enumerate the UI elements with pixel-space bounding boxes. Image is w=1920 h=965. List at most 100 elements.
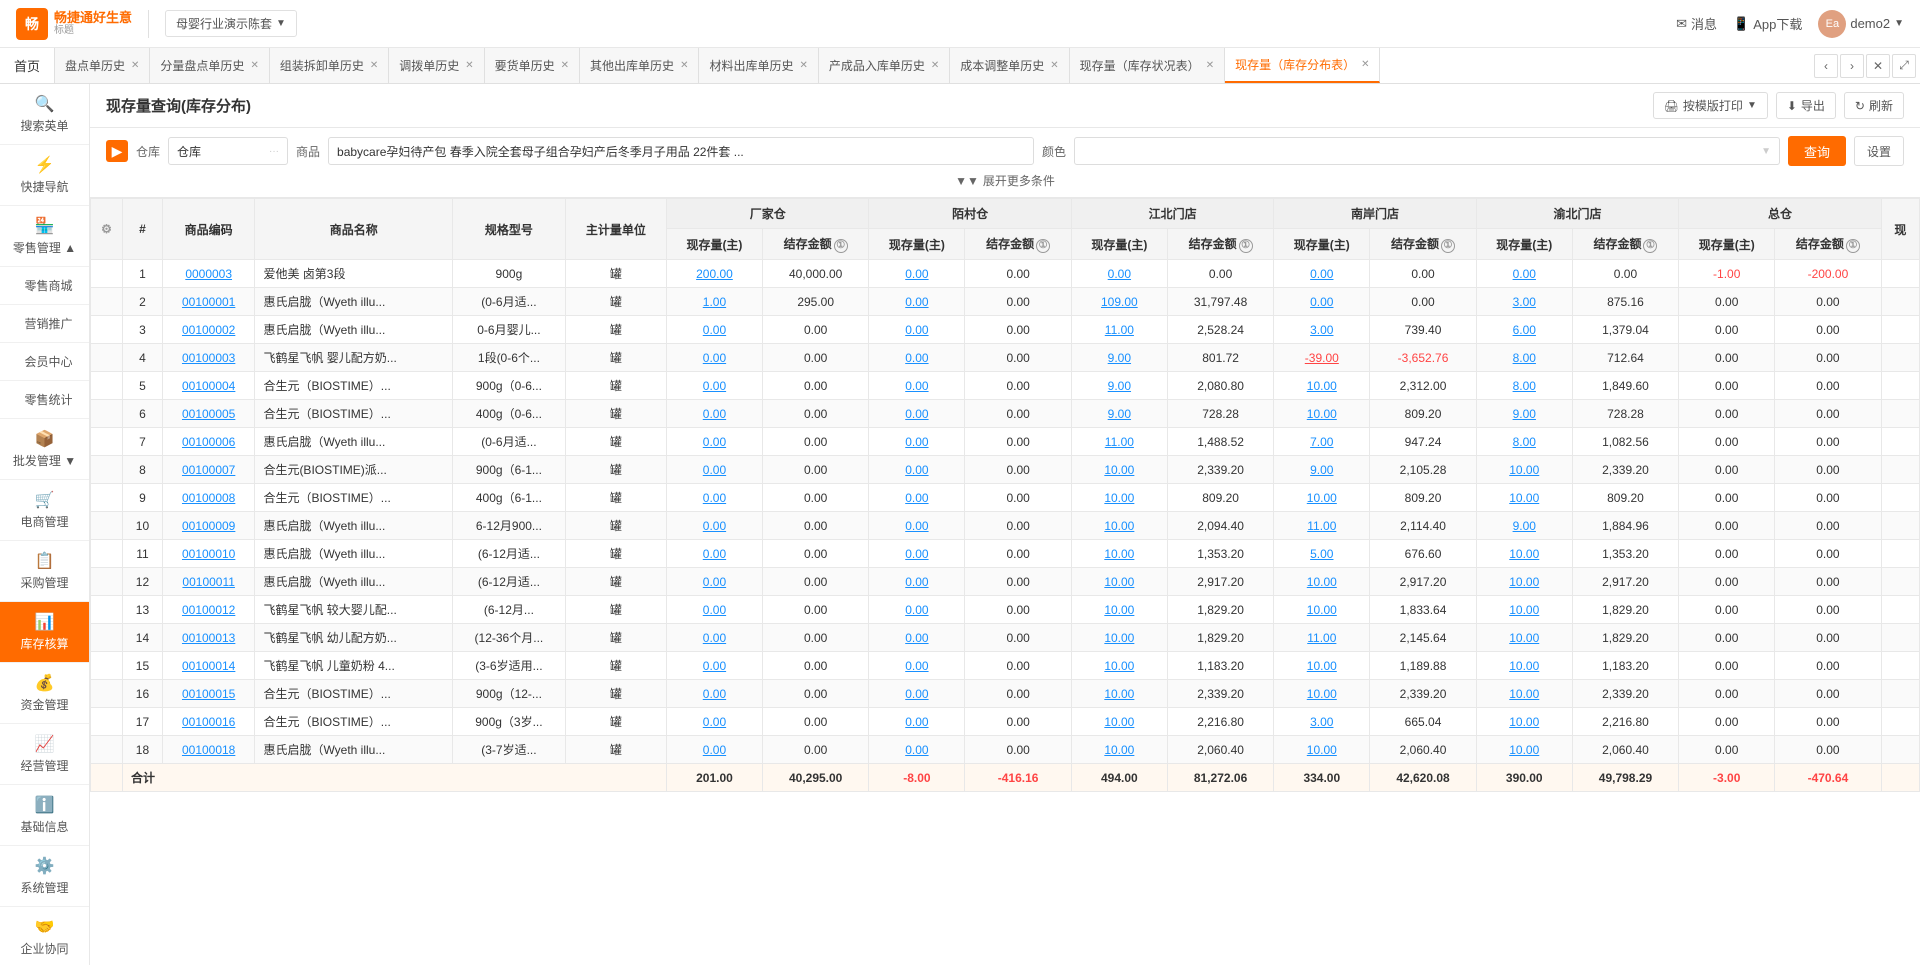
f-qty-link[interactable]: 1.00 — [703, 295, 726, 309]
m-qty-link[interactable]: 0.00 — [905, 407, 928, 421]
code-link[interactable]: 00100011 — [182, 575, 235, 589]
tab-close-icon[interactable]: ✕ — [1361, 59, 1369, 70]
na-qty-link[interactable]: 10.00 — [1307, 407, 1337, 421]
tab-maximize-btn[interactable]: ⤢ — [1892, 54, 1916, 78]
sidebar-item-wholesale[interactable]: 📦 批发管理 ▼ — [0, 419, 89, 480]
tab-close-icon[interactable]: ✕ — [1206, 60, 1214, 71]
m-qty-link[interactable]: 0.00 — [905, 295, 928, 309]
f-qty-link[interactable]: 0.00 — [703, 631, 726, 645]
jb-qty-link[interactable]: 109.00 — [1101, 295, 1138, 309]
na-qty-link[interactable]: -39.00 — [1305, 351, 1339, 365]
code-link[interactable]: 00100004 — [182, 379, 235, 393]
na-qty-link[interactable]: 7.00 — [1310, 435, 1333, 449]
sidebar-item-retail-stats[interactable]: 零售统计 — [0, 381, 89, 419]
jb-qty-link[interactable]: 10.00 — [1104, 519, 1134, 533]
yb-qty-link[interactable]: 10.00 — [1509, 631, 1539, 645]
m-qty-link[interactable]: 0.00 — [905, 519, 928, 533]
tab-prev-btn[interactable]: ‹ — [1814, 54, 1838, 78]
sidebar-item-basic[interactable]: ℹ️ 基础信息 — [0, 785, 89, 846]
product-input[interactable]: babycare孕妇待产包 春季入院全套母子组合孕妇产后冬季月子用品 22件套 … — [328, 137, 1034, 165]
f-qty-link[interactable]: 200.00 — [696, 267, 733, 281]
refresh-btn[interactable]: ↻ 刷新 — [1844, 92, 1904, 119]
expand-conditions-btn[interactable]: ▼▼ 展开更多条件 — [955, 172, 1055, 189]
sidebar-item-enterprise[interactable]: 🤝 企业协同 — [0, 907, 89, 965]
tab-1[interactable]: 分量盘点单历史 ✕ — [150, 48, 269, 83]
tab-home[interactable]: 首页 — [0, 48, 55, 83]
search-btn[interactable]: 查询 — [1788, 136, 1846, 166]
sidebar-item-nav[interactable]: ⚡ 快捷导航 — [0, 145, 89, 206]
jb-qty-link[interactable]: 11.00 — [1105, 435, 1134, 449]
code-link[interactable]: 00100006 — [182, 435, 235, 449]
na-qty-link[interactable]: 9.00 — [1310, 463, 1333, 477]
tab-3[interactable]: 调拨单历史 ✕ — [389, 48, 484, 83]
sidebar-item-search[interactable]: 🔍 搜索英单 — [0, 84, 89, 145]
tab-close-icon[interactable]: ✕ — [931, 60, 939, 71]
tab-close-icon[interactable]: ✕ — [465, 60, 473, 71]
code-link[interactable]: 00100007 — [182, 463, 235, 477]
sidebar-item-purchase[interactable]: 📋 采购管理 — [0, 541, 89, 602]
tab-close-icon[interactable]: ✕ — [131, 60, 139, 71]
yb-qty-link[interactable]: 10.00 — [1509, 687, 1539, 701]
yb-qty-link[interactable]: 8.00 — [1513, 351, 1536, 365]
yb-qty-link[interactable]: 8.00 — [1513, 379, 1536, 393]
m-qty-link[interactable]: 0.00 — [905, 659, 928, 673]
yb-qty-link[interactable]: 9.00 — [1513, 407, 1536, 421]
na-qty-link[interactable]: 0.00 — [1310, 295, 1333, 309]
sidebar-item-member[interactable]: 会员中心 — [0, 343, 89, 381]
jb-qty-link[interactable]: 9.00 — [1108, 407, 1131, 421]
sidebar-item-retail[interactable]: 🏪 零售管理 ▲ — [0, 206, 89, 267]
user-area[interactable]: Ea demo2 ▼ — [1818, 10, 1904, 38]
f-qty-link[interactable]: 0.00 — [703, 463, 726, 477]
app-download-btn[interactable]: 📱 App下载 — [1733, 14, 1802, 33]
jb-qty-link[interactable]: 9.00 — [1108, 351, 1131, 365]
m-qty-link[interactable]: 0.00 — [905, 267, 928, 281]
tab-2[interactable]: 组装拆卸单历史 ✕ — [270, 48, 389, 83]
na-qty-link[interactable]: 10.00 — [1307, 575, 1337, 589]
code-link[interactable]: 00100015 — [182, 687, 235, 701]
yb-qty-link[interactable]: 10.00 — [1509, 575, 1539, 589]
f-qty-link[interactable]: 0.00 — [703, 351, 726, 365]
m-qty-link[interactable]: 0.00 — [905, 379, 928, 393]
yb-qty-link[interactable]: 10.00 — [1509, 603, 1539, 617]
m-qty-link[interactable]: 0.00 — [905, 491, 928, 505]
jb-qty-link[interactable]: 0.00 — [1108, 267, 1131, 281]
jb-qty-link[interactable]: 10.00 — [1104, 687, 1134, 701]
m-qty-link[interactable]: 0.00 — [905, 631, 928, 645]
jb-qty-link[interactable]: 10.00 — [1104, 659, 1134, 673]
tab-10[interactable]: 现存量（库存分布表） ✕ — [1225, 48, 1380, 83]
tab-close-icon[interactable]: ✕ — [680, 60, 688, 71]
f-qty-link[interactable]: 0.00 — [703, 519, 726, 533]
jb-qty-link[interactable]: 10.00 — [1104, 715, 1134, 729]
tab-close-icon[interactable]: ✕ — [1050, 60, 1058, 71]
f-qty-link[interactable]: 0.00 — [703, 715, 726, 729]
jb-qty-link[interactable]: 11.00 — [1105, 323, 1134, 337]
sidebar-item-shop[interactable]: 零售商城 — [0, 267, 89, 305]
f-qty-link[interactable]: 0.00 — [703, 323, 726, 337]
code-link[interactable]: 0000003 — [185, 267, 232, 281]
jb-qty-link[interactable]: 10.00 — [1104, 463, 1134, 477]
info-icon5[interactable]: ① — [1643, 239, 1657, 253]
na-qty-link[interactable]: 5.00 — [1310, 547, 1333, 561]
f-qty-link[interactable]: 0.00 — [703, 687, 726, 701]
m-qty-link[interactable]: 0.00 — [905, 715, 928, 729]
code-link[interactable]: 00100014 — [182, 659, 235, 673]
yb-qty-link[interactable]: 6.00 — [1513, 323, 1536, 337]
f-qty-link[interactable]: 0.00 — [703, 743, 726, 757]
f-qty-link[interactable]: 0.00 — [703, 659, 726, 673]
yb-qty-link[interactable]: 10.00 — [1509, 743, 1539, 757]
yb-qty-link[interactable]: 8.00 — [1513, 435, 1536, 449]
jb-qty-link[interactable]: 10.00 — [1104, 603, 1134, 617]
na-qty-link[interactable]: 10.00 — [1307, 659, 1337, 673]
yb-qty-link[interactable]: 10.00 — [1509, 463, 1539, 477]
sidebar-item-inventory[interactable]: 📊 库存核算 — [0, 602, 89, 663]
jb-qty-link[interactable]: 10.00 — [1104, 575, 1134, 589]
na-qty-link[interactable]: 10.00 — [1307, 603, 1337, 617]
na-qty-link[interactable]: 3.00 — [1310, 323, 1333, 337]
f-qty-link[interactable]: 0.00 — [703, 491, 726, 505]
tab-next-btn[interactable]: › — [1840, 54, 1864, 78]
m-qty-link[interactable]: 0.00 — [905, 547, 928, 561]
f-qty-link[interactable]: 0.00 — [703, 547, 726, 561]
jb-qty-link[interactable]: 10.00 — [1104, 547, 1134, 561]
filter-expand-btn[interactable]: ▶ — [106, 140, 128, 162]
setting-btn[interactable]: 设置 — [1854, 136, 1904, 166]
